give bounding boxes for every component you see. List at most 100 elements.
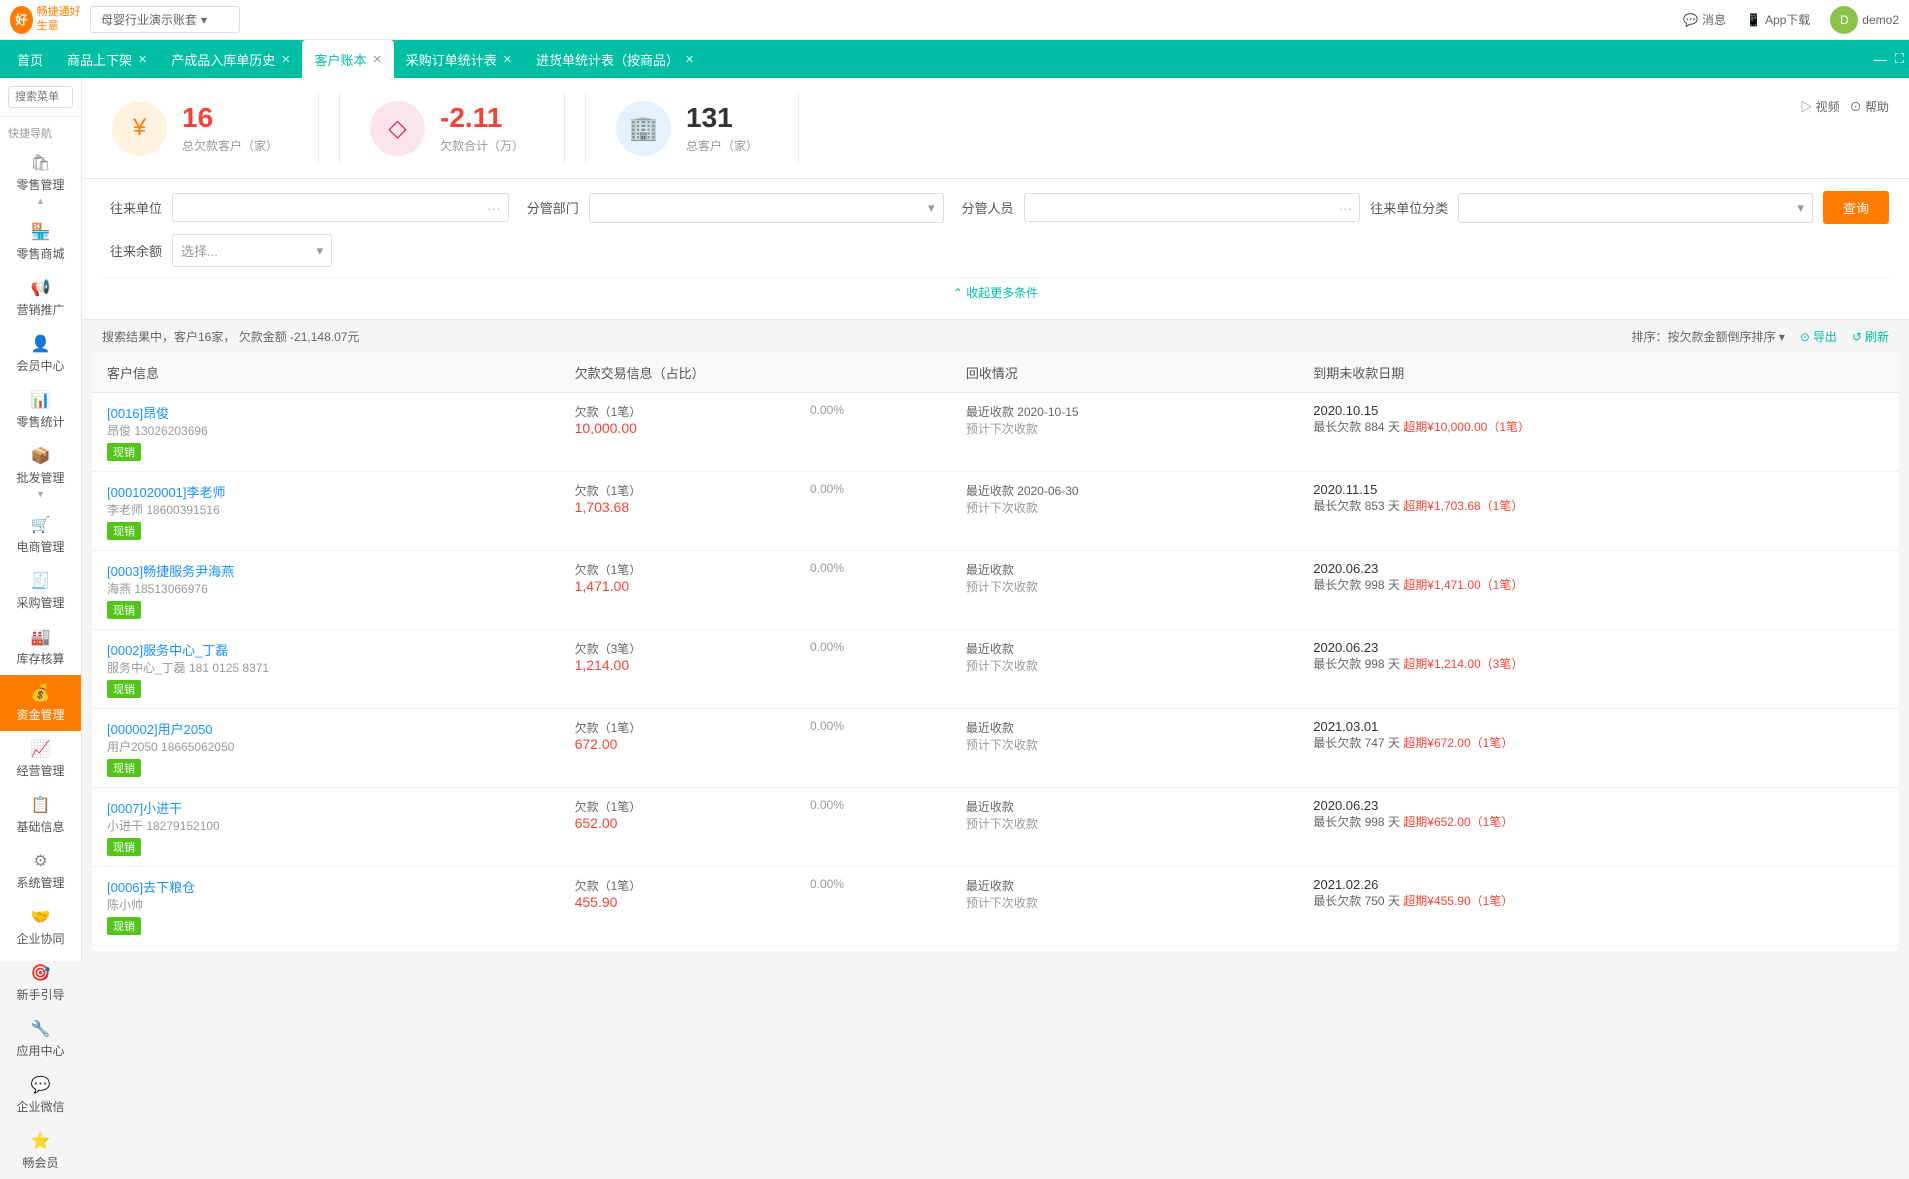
- member-icon: 👤: [31, 334, 51, 354]
- close-icon[interactable]: ✕: [281, 53, 290, 66]
- minimize-icon[interactable]: —: [1874, 52, 1887, 67]
- maximize-icon[interactable]: ⛶: [1895, 51, 1904, 67]
- tabs-actions: — ⛶: [1874, 51, 1904, 67]
- filter-category-select[interactable]: ▾: [1458, 193, 1813, 223]
- sidebar-item-ecommerce[interactable]: 🛒 电商管理: [0, 507, 81, 563]
- refresh-button[interactable]: ↺ 刷新: [1852, 328, 1889, 345]
- overdue-link[interactable]: 超期¥10,000.00（1笔）: [1403, 420, 1530, 434]
- sidebar-item-system[interactable]: ⚙ 系统管理: [0, 843, 81, 899]
- due-date: 2020.06.23: [1313, 640, 1884, 655]
- customer-cell: [0007]小进干 小进干 18279152100 现销: [92, 788, 560, 867]
- tab-customer-account[interactable]: 客户账本 ✕: [302, 40, 393, 78]
- debt-count: 欠款（3笔）: [575, 640, 780, 657]
- tab-purchase-orders[interactable]: 采购订单统计表 ✕: [394, 40, 524, 78]
- view-video-button[interactable]: ▷ 视频: [1800, 98, 1839, 115]
- customer-name[interactable]: [0003]畅捷服务尹海燕: [107, 561, 545, 580]
- store-selector[interactable]: 母婴行业演示账套 ▾: [90, 6, 240, 33]
- next-payment: 预计下次收款: [966, 499, 1283, 516]
- overdue-link[interactable]: 超期¥652.00（1笔）: [1403, 815, 1513, 829]
- customer-cell: [000001]黄思源 黄思源 13552700226 现销: [92, 946, 560, 952]
- debt-pct-cell: 0.00%: [795, 788, 951, 867]
- purchase-icon: 🧾: [31, 571, 51, 591]
- close-icon[interactable]: ✕: [138, 53, 147, 66]
- overdue-link[interactable]: 超期¥1,214.00（3笔）: [1403, 657, 1523, 671]
- tab-stock-stats[interactable]: 进货单统计表（按商品） ✕: [524, 40, 706, 78]
- sidebar-item-member2[interactable]: ⭐ 畅会员: [0, 1123, 81, 1179]
- export-button[interactable]: ⊙ 导出: [1800, 328, 1837, 345]
- debt-pct-cell: 0.00%: [795, 867, 951, 946]
- close-icon[interactable]: ✕: [373, 53, 382, 66]
- filter-person-input[interactable]: [1024, 193, 1361, 222]
- tab-label: 产成品入库单历史: [171, 50, 275, 69]
- overdue-link[interactable]: 超期¥672.00（1笔）: [1403, 736, 1513, 750]
- sidebar-item-enterprise[interactable]: 🤝 企业协同: [0, 899, 81, 955]
- filter-person-wrap: ···: [1024, 193, 1361, 222]
- overdue-link[interactable]: 超期¥1,703.68（1笔）: [1403, 499, 1523, 513]
- chevron-down-icon: ▾: [1797, 200, 1804, 216]
- sidebar-item-member[interactable]: 👤 会员中心: [0, 326, 81, 382]
- avatar: D: [1830, 6, 1858, 34]
- stat-info-1: 16 总欠款客户（家）: [182, 102, 278, 154]
- close-icon[interactable]: ✕: [685, 53, 694, 66]
- table-body: [0016]昂俊 昂俊 13026203696 现销 欠款（1笔） 10,000…: [92, 393, 1899, 952]
- customer-name[interactable]: [0002]服务中心_丁磊: [107, 640, 545, 659]
- sidebar-item-apps[interactable]: 🔧 应用中心: [0, 1011, 81, 1067]
- sidebar-label: 系统管理: [16, 874, 64, 891]
- balance-placeholder: 选择...: [181, 241, 218, 260]
- overdue-link[interactable]: 超期¥1,471.00（1笔）: [1403, 578, 1523, 592]
- operations-icon: 📈: [31, 739, 51, 759]
- sidebar-item-capital[interactable]: 💰 资金管理: [0, 675, 81, 731]
- recovery-cell: 最近收款 预计下次收款: [951, 946, 1298, 952]
- collapse-bar[interactable]: ⌃ 收起更多条件: [102, 277, 1889, 307]
- filter-unit-input[interactable]: [172, 193, 509, 222]
- customer-name[interactable]: [0016]昂俊: [107, 403, 545, 422]
- sidebar-item-operations[interactable]: 📈 经营管理: [0, 731, 81, 787]
- customer-phone: 李老师 18600391516: [107, 501, 545, 518]
- filter-dept-select[interactable]: ▾: [589, 193, 944, 223]
- sidebar-item-marketing[interactable]: 📢 营销推广: [0, 270, 81, 326]
- close-icon[interactable]: ✕: [503, 53, 512, 66]
- customer-name[interactable]: [0006]去下粮仓: [107, 877, 545, 896]
- sidebar-item-purchase[interactable]: 🧾 采购管理: [0, 563, 81, 619]
- sidebar-item-retail-stats[interactable]: 📊 零售统计: [0, 382, 81, 438]
- stat-icon-building: 🏢: [616, 101, 671, 156]
- app-download-button[interactable]: 📱 App下载: [1746, 11, 1810, 28]
- debt-amount: 455.90: [575, 894, 780, 910]
- sidebar-item-inventory[interactable]: 🏭 库存核算: [0, 619, 81, 675]
- user-menu[interactable]: D demo2: [1830, 6, 1899, 34]
- sidebar-item-retail-mgmt[interactable]: 🛍 零售管理 ▲: [0, 145, 81, 214]
- customer-name[interactable]: [0007]小进干: [107, 798, 545, 817]
- stat-label-debt: 欠款合计（万）: [440, 137, 524, 154]
- next-payment: 预计下次收款: [966, 578, 1283, 595]
- customer-name[interactable]: [0001020001]李老师: [107, 482, 545, 501]
- refresh-icon: ↺: [1852, 330, 1862, 344]
- tab-products-offline[interactable]: 商品上下架 ✕: [55, 40, 159, 78]
- last-payment: 最近收款 2020-10-15: [966, 403, 1283, 420]
- app-download-label: App下载: [1765, 11, 1810, 28]
- debt-cell: 欠款（1笔） 652.00: [560, 788, 795, 867]
- customer-name[interactable]: [000002]用户2050: [107, 719, 545, 738]
- filter-balance-select[interactable]: 选择... ▾: [172, 234, 332, 267]
- overdue-days: 最长欠款 998 天 超期¥652.00（1笔）: [1313, 813, 1884, 830]
- help-button[interactable]: ⊙ 帮助: [1850, 98, 1889, 115]
- message-button[interactable]: 💬 消息: [1683, 11, 1726, 28]
- search-button[interactable]: 查询: [1823, 191, 1889, 224]
- sidebar-item-batch-mgmt[interactable]: 📦 批发管理 ▼: [0, 438, 81, 507]
- stat-actions: ▷ 视频 ⊙ 帮助: [1800, 93, 1889, 163]
- system-icon: ⚙: [33, 851, 47, 871]
- store-icon: 🏪: [31, 222, 51, 242]
- search-input[interactable]: [8, 86, 73, 108]
- recovery-cell: 最近收款 预计下次收款: [951, 788, 1298, 867]
- overdue-link[interactable]: 超期¥455.90（1笔）: [1403, 894, 1513, 908]
- sidebar-item-basic[interactable]: 📋 基础信息: [0, 787, 81, 843]
- table-header: 客户信息 欠款交易信息（占比） 回收情况 到期未收款日期: [92, 353, 1899, 393]
- tab-production-history[interactable]: 产成品入库单历史 ✕: [159, 40, 302, 78]
- sidebar-item-retail-store[interactable]: 🏪 零售商城: [0, 214, 81, 270]
- tab-label: 客户账本: [314, 50, 366, 69]
- sidebar-item-guide[interactable]: 🎯 新手引导: [0, 955, 81, 1011]
- sidebar-item-wechat[interactable]: 💬 企业微信: [0, 1067, 81, 1123]
- table-container: 客户信息 欠款交易信息（占比） 回收情况 到期未收款日期 [0016]昂俊 昂俊…: [92, 353, 1899, 951]
- tab-home[interactable]: 首页: [5, 40, 55, 78]
- stat-value-customers: 16: [182, 102, 278, 134]
- table-row: [0002]服务中心_丁磊 服务中心_丁磊 181 0125 8371 现销 欠…: [92, 630, 1899, 709]
